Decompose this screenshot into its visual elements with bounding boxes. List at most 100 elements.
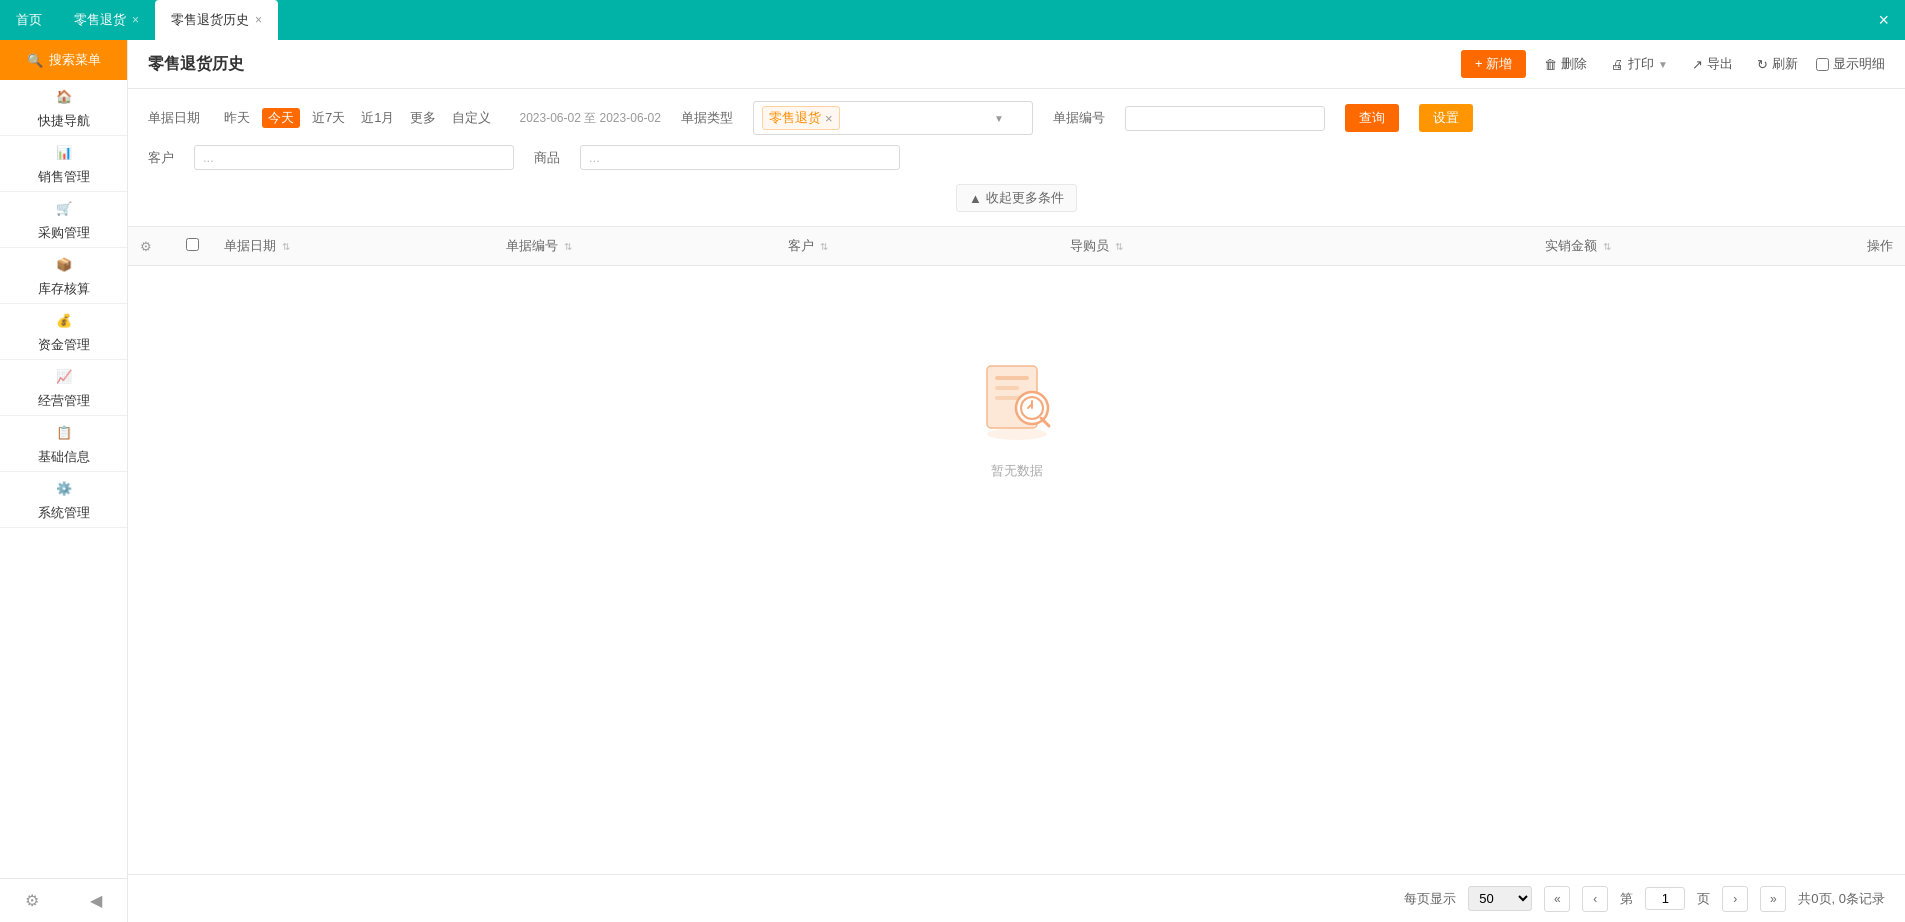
select-all-checkbox[interactable] [186,238,199,251]
finance-icon: 💰 [53,310,75,332]
th-settings: ⚙ [128,227,172,266]
first-page-button[interactable]: « [1544,886,1570,912]
export-button[interactable]: ↗ 导出 [1686,51,1739,77]
page-label: 第 [1620,890,1633,908]
empty-state: 暂无数据 [128,266,1905,560]
date-shortcut-1month[interactable]: 近1月 [357,108,398,128]
date-shortcut-yesterday[interactable]: 昨天 [220,108,254,128]
goods-select[interactable]: ... [580,145,900,170]
th-bill-no[interactable]: 单据编号 ⇅ [494,227,776,266]
last-page-button[interactable]: » [1760,886,1786,912]
window-close-button[interactable]: × [1862,10,1905,31]
date-filter-label: 单据日期 [148,109,200,127]
collapse-button[interactable]: ▲ 收起更多条件 [956,184,1077,212]
empty-text: 暂无数据 [991,462,1043,480]
sidebar-item-operation[interactable]: 📈 经营管理 [0,360,127,416]
main-layout: 🔍 搜索菜单 🏠 快捷导航 📊 销售管理 🛒 采购管理 📦 库存核算 💰 [0,40,1905,922]
th-amount-sort-icon: ⇅ [1603,241,1611,252]
show-detail-wrap: 显示明细 [1816,55,1885,73]
show-detail-checkbox[interactable] [1816,58,1829,71]
content-area: 零售退货历史 + 新增 🗑 删除 🖨 打印 ▼ ↗ 导出 ↻ [128,40,1905,922]
page-title: 零售退货历史 [148,54,244,75]
bill-type-select[interactable]: 零售退货 × ▼ [753,101,1033,135]
th-guide[interactable]: 导购员 ⇅ [1058,227,1340,266]
sidebar-item-sales-label: 销售管理 [38,168,90,186]
query-button[interactable]: 查询 [1345,104,1399,132]
th-guide-sort-icon: ⇅ [1115,241,1123,252]
date-shortcut-custom[interactable]: 自定义 [448,108,495,128]
sidebar-item-system[interactable]: ⚙️ 系统管理 [0,472,127,528]
bill-type-tag-remove[interactable]: × [825,111,833,126]
th-amount-label: 实销金额 [1545,238,1597,253]
svg-rect-3 [995,386,1019,390]
sidebar-item-quick-nav[interactable]: 🏠 快捷导航 [0,80,127,136]
collapse-btn-wrap: ▲ 收起更多条件 [148,180,1885,220]
th-date-label: 单据日期 [224,238,276,253]
prev-page-button[interactable]: ‹ [1582,886,1608,912]
per-page-select[interactable]: 10 20 50 100 [1468,886,1532,911]
th-actions: 操作 [1623,227,1905,266]
home-icon: 🏠 [53,86,75,108]
new-button[interactable]: + 新增 [1461,50,1526,78]
sidebar: 🔍 搜索菜单 🏠 快捷导航 📊 销售管理 🛒 采购管理 📦 库存核算 💰 [0,40,128,922]
date-range-display: 2023-06-02 至 2023-06-02 [519,110,660,127]
tab-home[interactable]: 首页 [0,0,58,40]
bill-number-label: 单据编号 [1053,109,1105,127]
sidebar-settings-button[interactable]: ⚙ [25,891,39,910]
date-shortcut-7days[interactable]: 近7天 [308,108,349,128]
print-button[interactable]: 🖨 打印 ▼ [1605,51,1674,77]
next-page-button[interactable]: › [1722,886,1748,912]
export-icon: ↗ [1692,57,1703,72]
date-shortcut-more[interactable]: 更多 [406,108,440,128]
settings-button[interactable]: 设置 [1419,104,1473,132]
page-number-input[interactable] [1645,887,1685,910]
sidebar-item-basic-label: 基础信息 [38,448,90,466]
tab-return-close[interactable]: × [132,13,139,27]
th-amount[interactable]: 实销金额 ⇅ [1341,227,1623,266]
total-info: 共0页, 0条记录 [1798,890,1885,908]
sidebar-item-basic[interactable]: 📋 基础信息 [0,416,127,472]
date-shortcuts: 昨天 今天 近7天 近1月 更多 自定义 [220,108,495,128]
tab-return-history-label: 零售退货历史 [171,11,249,29]
tab-return-history[interactable]: 零售退货历史 × [155,0,278,40]
sidebar-item-finance-label: 资金管理 [38,336,90,354]
bill-number-input[interactable] [1125,106,1325,131]
svg-rect-2 [995,376,1029,380]
sales-icon: 📊 [53,142,75,164]
th-customer-label: 客户 [788,238,814,253]
customer-placeholder: ... [203,150,214,165]
sidebar-item-inventory-label: 库存核算 [38,280,90,298]
sidebar-collapse-button[interactable]: ◀ [90,891,102,910]
delete-button[interactable]: 🗑 删除 [1538,51,1593,77]
sidebar-item-purchase[interactable]: 🛒 采购管理 [0,192,127,248]
print-icon: 🖨 [1611,57,1624,72]
th-date[interactable]: 单据日期 ⇅ [212,227,494,266]
goods-placeholder: ... [589,150,600,165]
topbar-tabs: 首页 零售退货 × 零售退货历史 × [0,0,1862,40]
sidebar-item-finance[interactable]: 💰 资金管理 [0,304,127,360]
refresh-button[interactable]: ↻ 刷新 [1751,51,1804,77]
tab-return-history-close[interactable]: × [255,13,262,27]
sidebar-item-purchase-label: 采购管理 [38,224,90,242]
sidebar-item-system-label: 系统管理 [38,504,90,522]
collapse-icon: ▲ [969,191,982,206]
topbar: 首页 零售退货 × 零售退货历史 × × [0,0,1905,40]
system-icon: ⚙️ [53,478,75,500]
tab-return[interactable]: 零售退货 × [58,0,155,40]
column-settings-button[interactable]: ⚙ [140,239,152,254]
bill-type-tag: 零售退货 × [762,106,840,130]
goods-filter-label: 商品 [534,149,560,167]
customer-select[interactable]: ... [194,145,514,170]
delete-icon: 🗑 [1544,57,1557,72]
sidebar-item-inventory[interactable]: 📦 库存核算 [0,248,127,304]
th-customer[interactable]: 客户 ⇅ [776,227,1058,266]
basic-icon: 📋 [53,422,75,444]
page-unit: 页 [1697,890,1710,908]
sidebar-item-sales[interactable]: 📊 销售管理 [0,136,127,192]
sidebar-item-operation-label: 经营管理 [38,392,90,410]
header-actions: + 新增 🗑 删除 🖨 打印 ▼ ↗ 导出 ↻ 刷新 [1461,50,1885,78]
print-label: 打印 [1628,55,1654,73]
filter-row-1: 单据日期 昨天 今天 近7天 近1月 更多 自定义 2023-06-02 至 2… [148,101,1885,135]
sidebar-search-button[interactable]: 🔍 搜索菜单 [0,40,127,80]
date-shortcut-today[interactable]: 今天 [262,108,300,128]
